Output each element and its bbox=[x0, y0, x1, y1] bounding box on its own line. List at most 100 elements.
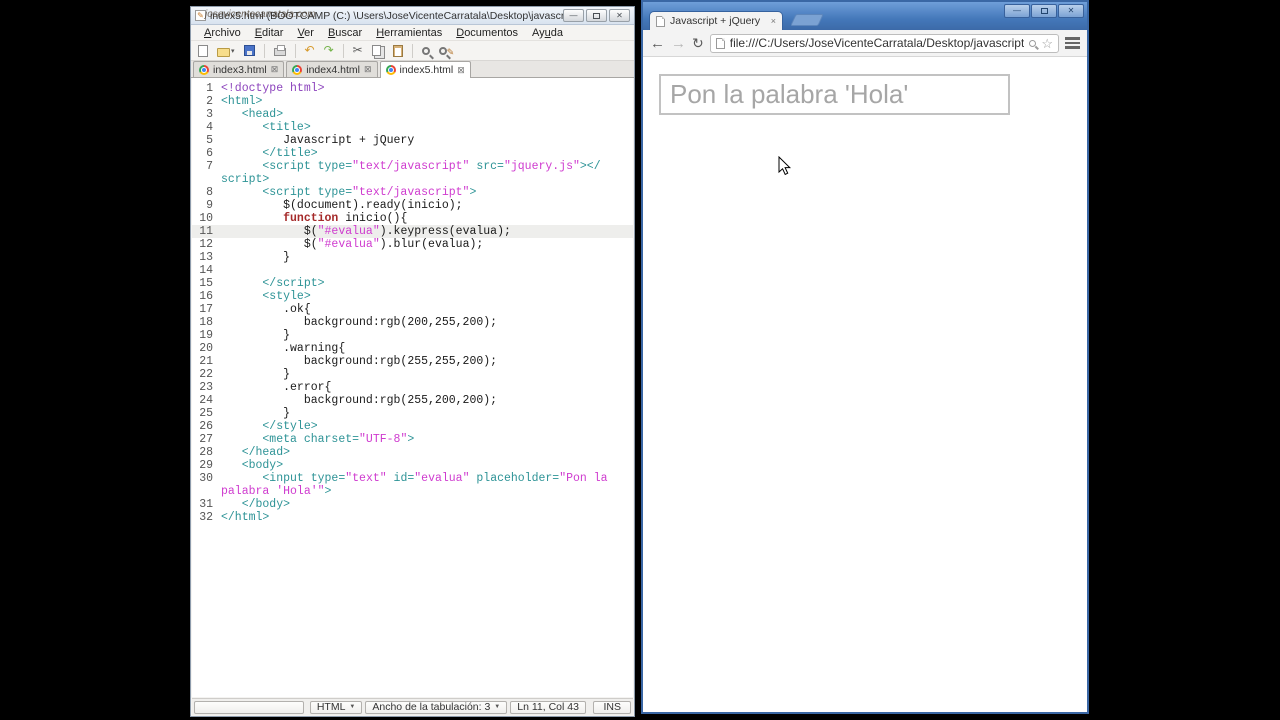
bookmark-star-icon[interactable]: ☆ bbox=[1041, 37, 1053, 50]
code-row[interactable]: 26 </style> bbox=[192, 420, 633, 433]
code-row[interactable]: 14 bbox=[192, 264, 633, 277]
line-number: 7 bbox=[206, 160, 213, 173]
code-row[interactable]: 24 background:rgb(255,200,200); bbox=[192, 394, 633, 407]
gedit-close-button[interactable]: ✕ bbox=[609, 9, 630, 22]
code-row[interactable]: 8 <script type="text/javascript"> bbox=[192, 186, 633, 199]
code-row[interactable]: palabra 'Hola'"> bbox=[192, 485, 633, 498]
code-row[interactable]: 27 <meta charset="UTF-8"> bbox=[192, 433, 633, 446]
code-text: } bbox=[221, 407, 291, 420]
code-row[interactable]: 10 function inicio(){ bbox=[192, 212, 633, 225]
save-button[interactable] bbox=[241, 44, 258, 57]
code-area[interactable]: 1 <!doctype html> 2 <html> 3 <head> 4 <title>… bbox=[192, 78, 633, 697]
address-bar[interactable]: file:///C:/Users/JoseVicenteCarratala/De… bbox=[709, 33, 1059, 53]
open-button[interactable]: ▾ bbox=[214, 44, 238, 58]
code-row[interactable]: 1 <!doctype html> bbox=[192, 82, 633, 95]
print-button[interactable] bbox=[271, 44, 289, 57]
line-number: 13 bbox=[199, 251, 213, 264]
forward-button[interactable]: → bbox=[671, 36, 686, 51]
gedit-maximize-button[interactable] bbox=[586, 9, 607, 22]
code-row[interactable]: 18 background:rgb(200,255,200); bbox=[192, 316, 633, 329]
copy-button[interactable] bbox=[369, 44, 387, 57]
line-number: 5 bbox=[206, 134, 213, 147]
language-selector[interactable]: HTML ▼ bbox=[309, 700, 363, 714]
gedit-minimize-button[interactable]: — bbox=[563, 9, 584, 22]
line-number: 25 bbox=[199, 407, 213, 420]
browser-window: Javascript + jQuery × — ✕ ← → ↻ file:///… bbox=[641, 0, 1089, 714]
code-row[interactable]: script> bbox=[192, 173, 633, 186]
code-text: } bbox=[221, 368, 291, 381]
tab-width-selector[interactable]: Ancho de la tabulación: 3 ▼ bbox=[365, 700, 508, 714]
menu-ayuda[interactable]: Ayuda bbox=[525, 27, 570, 39]
code-row[interactable]: 31 </body> bbox=[192, 498, 633, 511]
code-row[interactable]: 16 <style> bbox=[192, 290, 633, 303]
menu-editar[interactable]: Editar bbox=[248, 27, 291, 39]
zoom-icon[interactable] bbox=[1029, 39, 1037, 47]
editor-tab-index5-html[interactable]: index5.html ⊠ bbox=[379, 61, 471, 78]
back-button[interactable]: ← bbox=[650, 36, 665, 51]
tab-label: index4.html bbox=[306, 63, 360, 76]
code-row[interactable]: 6 </title> bbox=[192, 147, 633, 160]
code-text: <input type="text" id="evalua" placehold… bbox=[221, 472, 615, 485]
tab-close-icon[interactable]: ⊠ bbox=[364, 65, 372, 74]
tab-close-icon[interactable]: ⊠ bbox=[271, 65, 279, 74]
code-row[interactable]: 19 } bbox=[192, 329, 633, 342]
code-row[interactable]: 13 } bbox=[192, 251, 633, 264]
code-row[interactable]: 15 </script> bbox=[192, 277, 633, 290]
code-row[interactable]: 25 } bbox=[192, 407, 633, 420]
code-row[interactable]: 17 .ok{ bbox=[192, 303, 633, 316]
code-text: .warning{ bbox=[221, 342, 346, 355]
code-row[interactable]: 20 .warning{ bbox=[192, 342, 633, 355]
code-row[interactable]: 5 Javascript + jQuery bbox=[192, 134, 633, 147]
undo-button[interactable]: ↶ bbox=[302, 43, 318, 58]
code-row[interactable]: 32 </html> bbox=[192, 511, 633, 524]
browser-minimize-button[interactable]: — bbox=[1004, 4, 1030, 18]
find-button[interactable] bbox=[419, 45, 433, 56]
browser-tab[interactable]: Javascript + jQuery × bbox=[649, 11, 783, 30]
code-row[interactable]: 28 </head> bbox=[192, 446, 633, 459]
tab-close-icon[interactable]: ⊠ bbox=[457, 65, 465, 75]
code-row[interactable]: 12 $("#evalua").blur(evalua); bbox=[192, 238, 633, 251]
url-text[interactable]: file:///C:/Users/JoseVicenteCarratala/De… bbox=[730, 36, 1025, 50]
new-tab-button[interactable] bbox=[790, 14, 824, 26]
cut-button[interactable]: ✂ bbox=[350, 43, 366, 58]
replace-icon: ✎ bbox=[438, 47, 454, 57]
browser-menu-button[interactable] bbox=[1065, 37, 1080, 49]
code-text: palabra 'Hola'"> bbox=[221, 485, 332, 498]
gedit-toolbar: ▾ ↶ ↷ ✂ ✎ bbox=[191, 41, 634, 61]
browser-maximize-button[interactable] bbox=[1031, 4, 1057, 18]
redo-button[interactable]: ↷ bbox=[321, 43, 337, 58]
menu-herramientas[interactable]: Herramientas bbox=[369, 27, 449, 39]
code-text: Javascript + jQuery bbox=[221, 134, 415, 147]
code-row[interactable]: 22 } bbox=[192, 368, 633, 381]
replace-button[interactable]: ✎ bbox=[436, 45, 454, 57]
tab-close-icon[interactable]: × bbox=[771, 16, 776, 26]
line-number: 12 bbox=[199, 238, 213, 251]
new-document-button[interactable] bbox=[195, 44, 211, 58]
browser-close-button[interactable]: ✕ bbox=[1058, 4, 1084, 18]
editor-tab-index3-html[interactable]: index3.html ⊠ bbox=[193, 61, 285, 77]
browser-titlebar: Javascript + jQuery × — ✕ bbox=[643, 2, 1087, 30]
code-row[interactable]: 4 <title> bbox=[192, 121, 633, 134]
reload-button[interactable]: ↻ bbox=[692, 36, 704, 50]
code-row[interactable]: 9 $(document).ready(inicio); bbox=[192, 199, 633, 212]
menu-documentos[interactable]: Documentos bbox=[449, 27, 525, 39]
paste-button[interactable] bbox=[390, 44, 406, 58]
code-row[interactable]: 29 <body> bbox=[192, 459, 633, 472]
code-row[interactable]: 7 <script type="text/javascript" src="jq… bbox=[192, 160, 633, 173]
code-text: background:rgb(200,255,200); bbox=[221, 316, 498, 329]
code-row[interactable]: 3 <head> bbox=[192, 108, 633, 121]
menu-archivo[interactable]: Archivo bbox=[197, 27, 248, 39]
code-row[interactable]: 30 <input type="text" id="evalua" placeh… bbox=[192, 472, 633, 485]
code-row[interactable]: 11 $("#evalua").keypress(evalua); bbox=[192, 225, 633, 238]
code-text: } bbox=[221, 251, 291, 264]
code-text: <html> bbox=[221, 95, 263, 108]
menu-ver[interactable]: Ver bbox=[290, 27, 321, 39]
menu-buscar[interactable]: Buscar bbox=[321, 27, 369, 39]
code-row[interactable]: 2 <html> bbox=[192, 95, 633, 108]
line-number: 9 bbox=[206, 199, 213, 212]
evalua-input[interactable] bbox=[659, 74, 1010, 115]
editor-tab-index4-html[interactable]: index4.html ⊠ bbox=[286, 61, 378, 77]
code-row[interactable]: 21 background:rgb(255,255,200); bbox=[192, 355, 633, 368]
code-row[interactable]: 23 .error{ bbox=[192, 381, 633, 394]
cursor-position: Ln 11, Col 43 bbox=[510, 700, 587, 714]
